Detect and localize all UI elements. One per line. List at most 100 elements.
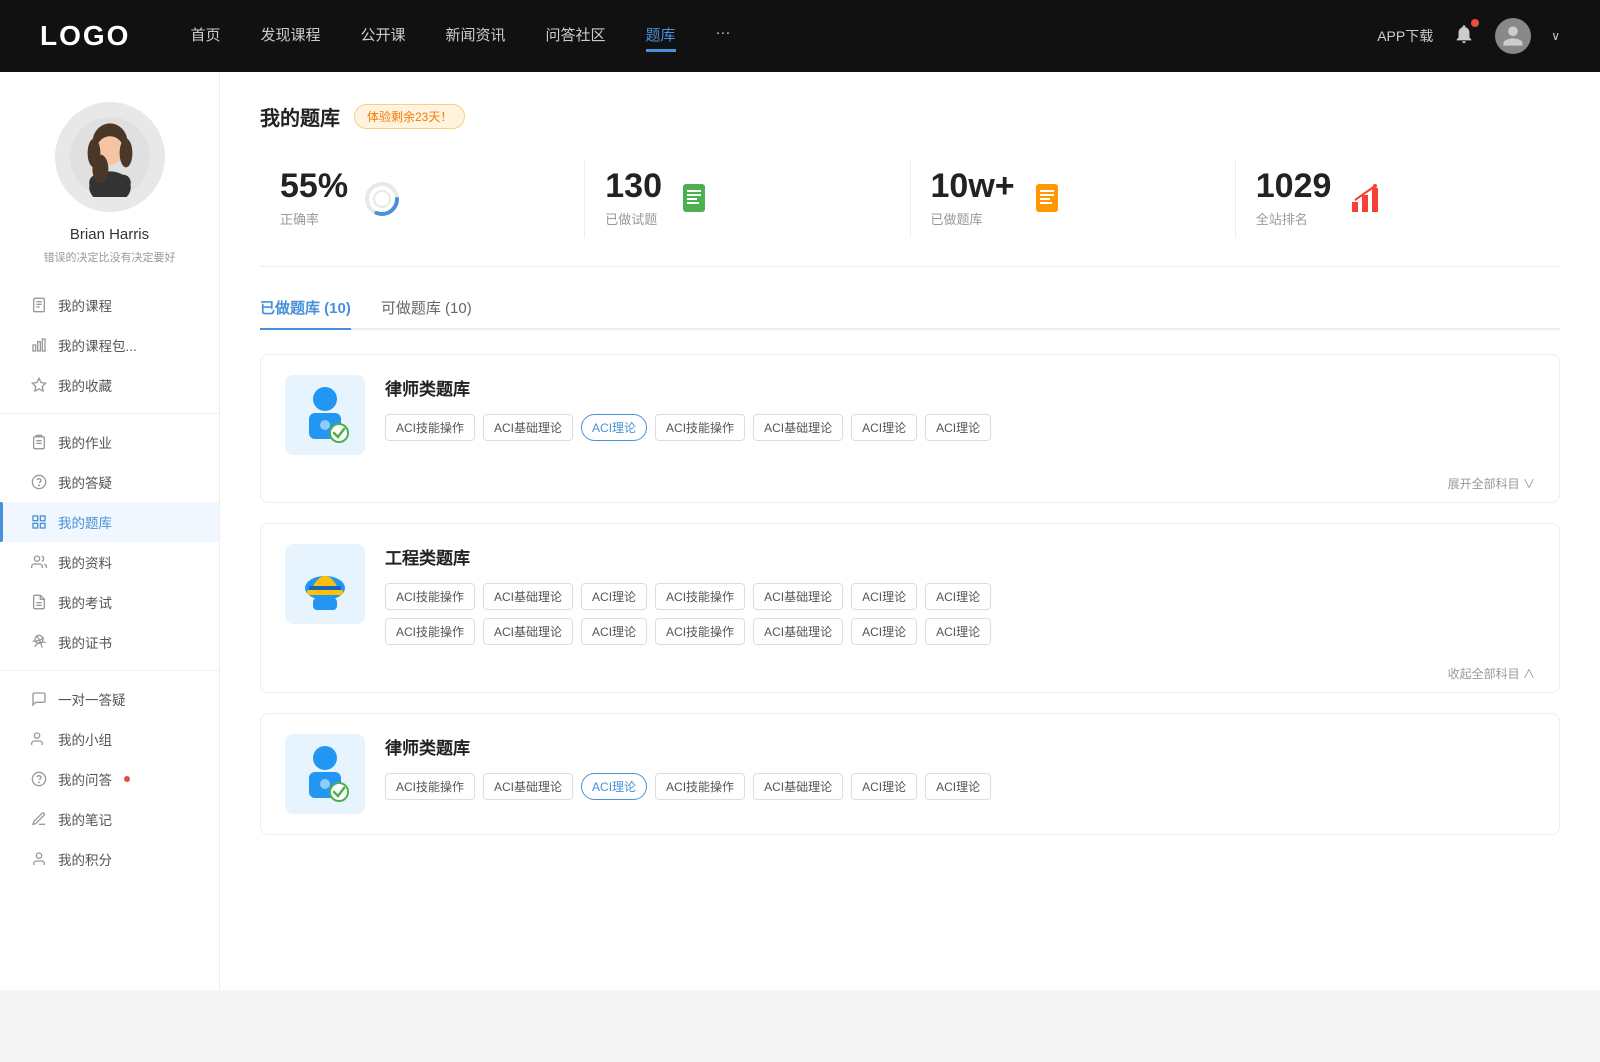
sidebar-item-course-packages[interactable]: 我的课程包... [0, 325, 219, 365]
nav-news[interactable]: 新闻资讯 [446, 20, 506, 52]
tag[interactable]: ACI理论 [851, 773, 917, 800]
app-download-button[interactable]: APP下载 [1377, 26, 1433, 46]
user-avatar-nav[interactable] [1495, 18, 1531, 54]
nav-open-course[interactable]: 公开课 [360, 20, 405, 52]
stat-value-banks: 10w+ [931, 169, 1015, 203]
bar-chart-icon [30, 336, 48, 354]
tag[interactable]: ACI理论 [925, 773, 991, 800]
tab-done-banks[interactable]: 已做题库 (10) [260, 297, 351, 328]
sidebar-label: 我的课程 [58, 295, 112, 315]
expand-link-1[interactable]: 展开全部科目 ∨ [1448, 475, 1535, 492]
qbank-title-1: 律师类题库 [385, 375, 1535, 400]
sidebar-menu: 我的课程 我的课程包... 我的收藏 我的作业 [0, 285, 219, 879]
sidebar-label: 我的问答 [58, 769, 112, 789]
tag[interactable]: ACI理论 [925, 583, 991, 610]
stat-label-accuracy: 正确率 [280, 209, 348, 228]
tag[interactable]: ACI基础理论 [483, 414, 573, 441]
tab-available-banks[interactable]: 可做题库 (10) [381, 297, 472, 328]
tag[interactable]: ACI理论 [581, 618, 647, 645]
tags-row-2a: ACI技能操作 ACI基础理论 ACI理论 ACI技能操作 ACI基础理论 AC… [385, 583, 1535, 610]
tag[interactable]: ACI理论 [925, 414, 991, 441]
nav-discover[interactable]: 发现课程 [260, 20, 320, 52]
user-menu-chevron[interactable]: ∨ [1551, 29, 1560, 43]
sidebar-item-questions[interactable]: 我的答疑 [0, 462, 219, 502]
sidebar-item-notes[interactable]: 我的笔记 [0, 799, 219, 839]
sidebar-item-certificates[interactable]: 我的证书 [0, 622, 219, 662]
file-icon [30, 296, 48, 314]
sidebar-item-groups[interactable]: 我的小组 [0, 719, 219, 759]
sidebar-label: 我的答疑 [58, 472, 112, 492]
nav-home[interactable]: 首页 [190, 20, 220, 52]
sidebar-item-one-on-one[interactable]: 一对一答疑 [0, 679, 219, 719]
tag[interactable]: ACI理论 [581, 583, 647, 610]
qbank-body: 律师类题库 ACI技能操作 ACI基础理论 ACI理论 ACI技能操作 ACI基… [385, 734, 1535, 800]
sidebar-item-points[interactable]: 我的积分 [0, 839, 219, 879]
notification-bell[interactable] [1453, 23, 1475, 50]
sidebar-item-profile-data[interactable]: 我的资料 [0, 542, 219, 582]
sidebar-item-my-questions[interactable]: 我的问答 [0, 759, 219, 799]
page-header: 我的题库 体验剩余23天！ [260, 102, 1560, 131]
nav-qa[interactable]: 问答社区 [546, 20, 606, 52]
stat-value-rank: 1029 [1256, 169, 1332, 203]
sidebar-label: 我的考试 [58, 592, 112, 612]
tag[interactable]: ACI理论 [851, 583, 917, 610]
tag-active[interactable]: ACI理论 [581, 773, 647, 800]
tag[interactable]: ACI基础理论 [753, 414, 843, 441]
lawyer-icon [299, 385, 351, 445]
nav-qbank[interactable]: 题库 [646, 20, 676, 52]
sidebar-item-favorites[interactable]: 我的收藏 [0, 365, 219, 405]
tag[interactable]: ACI理论 [851, 414, 917, 441]
sidebar-item-question-bank[interactable]: 我的题库 [0, 502, 219, 542]
tag[interactable]: ACI技能操作 [385, 583, 475, 610]
sidebar-item-exams[interactable]: 我的考试 [0, 582, 219, 622]
tags-row-2b: ACI技能操作 ACI基础理论 ACI理论 ACI技能操作 ACI基础理论 AC… [385, 618, 1535, 645]
chart-red-icon [1345, 179, 1385, 219]
clipboard-icon [30, 433, 48, 451]
divider [0, 670, 219, 671]
tag-active[interactable]: ACI理论 [581, 414, 647, 441]
divider [0, 413, 219, 414]
sidebar-item-my-courses[interactable]: 我的课程 [0, 285, 219, 325]
stat-value-done: 130 [605, 169, 662, 203]
qbank-icon-engineer [285, 544, 365, 624]
sidebar: Brian Harris 错误的决定比没有决定要好 我的课程 我的课程包... … [0, 72, 220, 990]
tag[interactable]: ACI技能操作 [385, 414, 475, 441]
sidebar-label: 我的笔记 [58, 809, 112, 829]
tag[interactable]: ACI基础理论 [753, 773, 843, 800]
tag[interactable]: ACI技能操作 [655, 414, 745, 441]
tag[interactable]: ACI理论 [851, 618, 917, 645]
sidebar-label: 我的作业 [58, 432, 112, 452]
tag[interactable]: ACI技能操作 [655, 583, 745, 610]
main-content: 我的题库 体验剩余23天！ 55% 正确率 [220, 72, 1600, 990]
sidebar-item-homework[interactable]: 我的作业 [0, 422, 219, 462]
qbank-section-lawyer-1: 律师类题库 ACI技能操作 ACI基础理论 ACI理论 ACI技能操作 ACI基… [260, 354, 1560, 503]
tag[interactable]: ACI基础理论 [753, 618, 843, 645]
nav-more[interactable]: ··· [716, 20, 731, 52]
tag[interactable]: ACI技能操作 [385, 773, 475, 800]
tag[interactable]: ACI基础理论 [753, 583, 843, 610]
qbank-footer-2: 收起全部科目 ∧ [261, 665, 1559, 692]
avatar-icon [1501, 24, 1525, 48]
tags-row-1: ACI技能操作 ACI基础理论 ACI理论 ACI技能操作 ACI基础理论 AC… [385, 414, 1535, 441]
tag[interactable]: ACI技能操作 [385, 618, 475, 645]
tag[interactable]: ACI基础理论 [483, 773, 573, 800]
tag[interactable]: ACI技能操作 [655, 773, 745, 800]
stat-text: 1029 全站排名 [1256, 169, 1332, 228]
collapse-link[interactable]: 收起全部科目 ∧ [1448, 665, 1535, 682]
qbank-icon-lawyer [285, 375, 365, 455]
question-icon [30, 770, 48, 788]
logo[interactable]: LOGO [40, 20, 130, 52]
tag[interactable]: ACI基础理论 [483, 583, 573, 610]
stat-done-banks: 10w+ 已做题库 [911, 159, 1236, 238]
grid-icon [30, 513, 48, 531]
tag[interactable]: ACI技能操作 [655, 618, 745, 645]
doc-orange-icon [1029, 179, 1069, 219]
tag[interactable]: ACI基础理论 [483, 618, 573, 645]
profile-name: Brian Harris [70, 226, 149, 243]
tag[interactable]: ACI理论 [925, 618, 991, 645]
qbank-body: 工程类题库 ACI技能操作 ACI基础理论 ACI理论 ACI技能操作 ACI基… [385, 544, 1535, 645]
sidebar-label: 我的积分 [58, 849, 112, 869]
doc-green-icon [676, 179, 716, 219]
award-icon [30, 633, 48, 651]
qbank-header: 律师类题库 ACI技能操作 ACI基础理论 ACI理论 ACI技能操作 ACI基… [261, 355, 1559, 475]
